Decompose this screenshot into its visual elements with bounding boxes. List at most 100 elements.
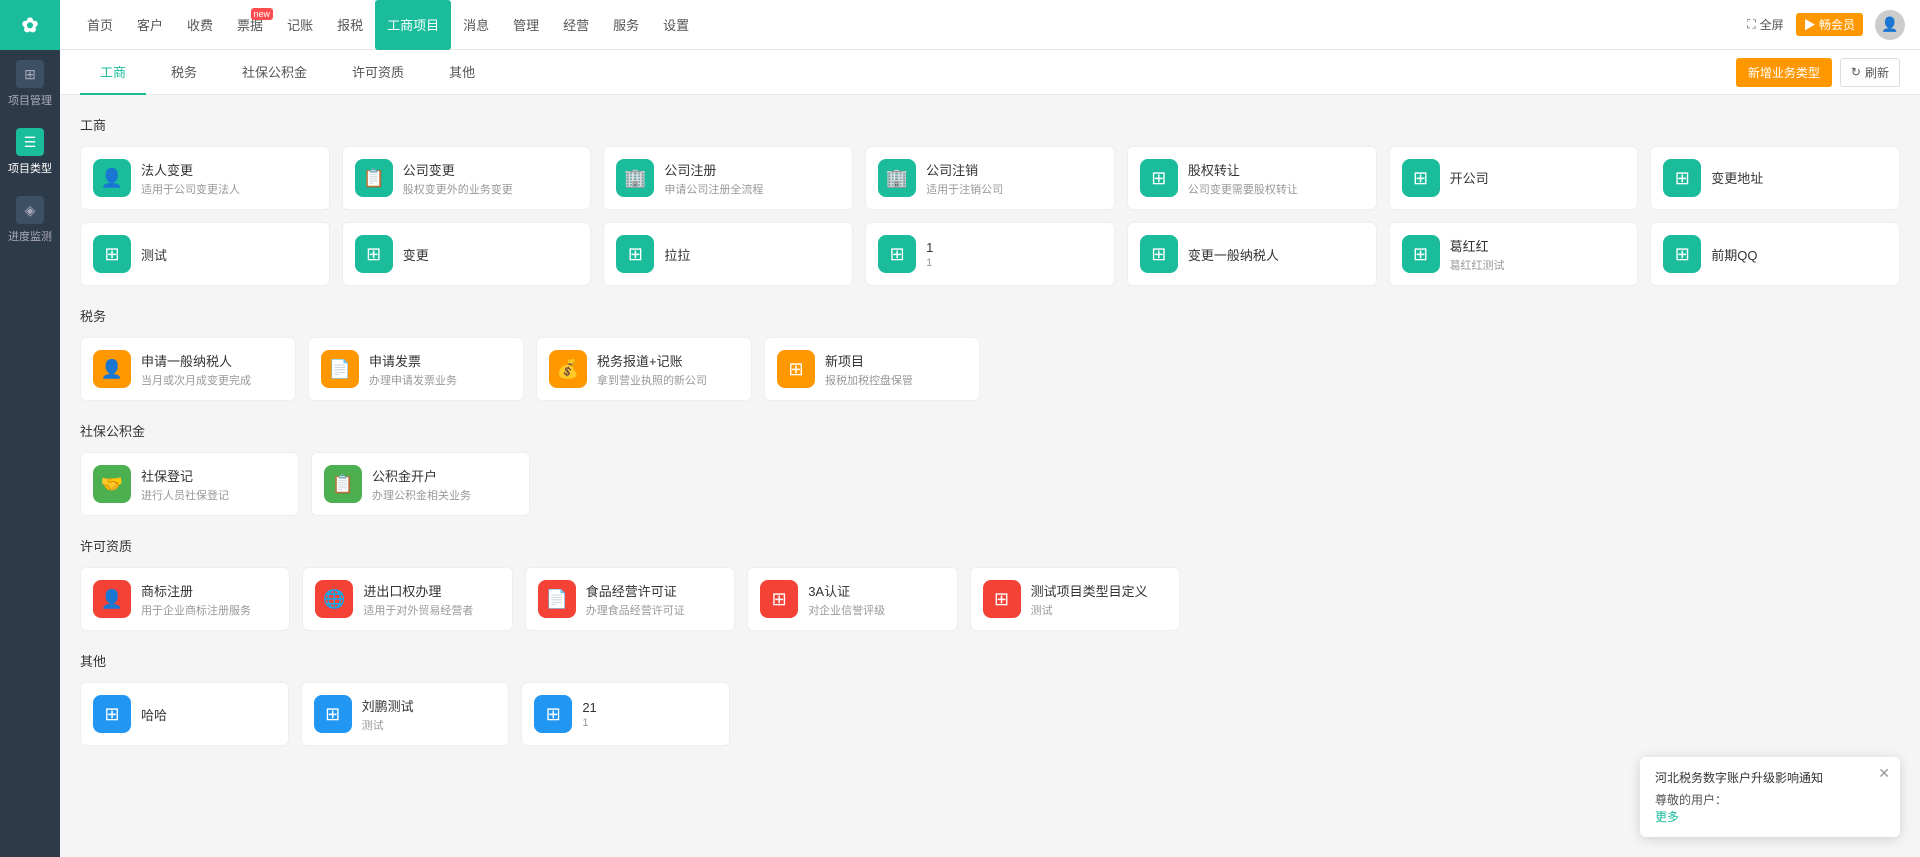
tab-other[interactable]: 其他: [429, 50, 495, 95]
card-title: 公司注销: [926, 160, 1102, 179]
card-new-project[interactable]: ⊞ 新项目 报税加税控盘保管: [764, 337, 980, 401]
card-3a-cert[interactable]: ⊞ 3A认证 对企业信誉评级: [747, 567, 957, 631]
card-icon: 👤: [93, 580, 131, 618]
card-desc: 办理申请发票业务: [369, 372, 511, 388]
card-lala[interactable]: ⊞ 拉拉: [603, 222, 853, 286]
card-import-export[interactable]: 🌐 进出口权办理 适用于对外贸易经营者: [302, 567, 512, 631]
notification-close-button[interactable]: ✕: [1878, 765, 1890, 782]
card-open-company[interactable]: ⊞ 开公司: [1389, 146, 1639, 210]
card-num21[interactable]: ⊞ 21 1: [521, 682, 730, 746]
card-tax-report[interactable]: 💰 税务报道+记账 拿到营业执照的新公司: [536, 337, 752, 401]
card-desc: 报税加税控盘保管: [825, 372, 967, 388]
card-title: 3A认证: [808, 581, 944, 600]
card-title: 社保登记: [141, 466, 286, 485]
refresh-icon: ↻: [1851, 65, 1861, 79]
card-desc: 申请公司注册全流程: [664, 181, 840, 197]
nav-home[interactable]: 首页: [75, 0, 125, 50]
card-icon: ⊞: [314, 695, 352, 733]
card-test-type-def[interactable]: ⊞ 测试项目类型目定义 测试: [970, 567, 1180, 631]
card-title: 21: [582, 700, 717, 715]
section-shebao-title: 社保公积金: [80, 421, 1900, 440]
nav-bookkeeping[interactable]: 记账: [275, 0, 325, 50]
nav-business[interactable]: 工商项目: [375, 0, 451, 50]
notification-more-link[interactable]: 更多: [1655, 810, 1679, 824]
card-title: 申请发票: [369, 351, 511, 370]
nav-tax[interactable]: 报税: [325, 0, 375, 50]
nav-service[interactable]: 服务: [601, 0, 651, 50]
section-shiwu-title: 税务: [80, 306, 1900, 325]
card-apply-general-tax[interactable]: 👤 申请一般纳税人 当月或次月成变更完成: [80, 337, 296, 401]
nav-message[interactable]: 消息: [451, 0, 501, 50]
project-mgmt-icon: ⊞: [16, 60, 44, 88]
card-equity-transfer[interactable]: ⊞ 股权转让 公司变更需要股权转让: [1127, 146, 1377, 210]
card-title: 测试项目类型目定义: [1031, 581, 1167, 600]
card-title: 变更一般纳税人: [1188, 245, 1364, 264]
card-desc: 用于企业商标注册服务: [141, 602, 277, 618]
card-icon: 📋: [324, 465, 362, 503]
fullscreen-btn[interactable]: ⛶ 全屏: [1747, 16, 1783, 33]
sidebar-item-project-type[interactable]: ☰ 项目类型: [0, 118, 60, 186]
card-title: 食品经营许可证: [586, 581, 722, 600]
project-type-icon: ☰: [16, 128, 44, 156]
tab-gongshang[interactable]: 工商: [80, 50, 146, 95]
card-shebao-register[interactable]: 🤝 社保登记 进行人员社保登记: [80, 452, 299, 516]
card-test1[interactable]: ⊞ 测试: [80, 222, 330, 286]
card-desc: 测试: [1031, 602, 1167, 618]
section-xuke-title: 许可资质: [80, 536, 1900, 555]
card-change-address[interactable]: ⊞ 变更地址: [1650, 146, 1900, 210]
tab-shiwu[interactable]: 税务: [151, 50, 217, 95]
card-title: 公积金开户: [372, 466, 517, 485]
tab-shebao[interactable]: 社保公积金: [222, 50, 327, 95]
card-company-register[interactable]: 🏢 公司注册 申请公司注册全流程: [603, 146, 853, 210]
nav-client[interactable]: 客户: [125, 0, 175, 50]
avatar[interactable]: 👤: [1875, 10, 1905, 40]
card-title: 变更: [403, 245, 579, 264]
section-gongshang-title: 工商: [80, 115, 1900, 134]
card-legal-change[interactable]: 👤 法人变更 适用于公司变更法人: [80, 146, 330, 210]
card-icon: ⊞: [93, 695, 131, 733]
card-icon: ⊞: [1663, 235, 1701, 273]
section-shebao: 社保公积金 🤝 社保登记 进行人员社保登记 📋 公积金开户 办理公积金相关: [80, 421, 1900, 516]
card-icon: 🏢: [616, 159, 654, 197]
nav-admin[interactable]: 管理: [501, 0, 551, 50]
card-haha[interactable]: ⊞ 哈哈: [80, 682, 289, 746]
card-title: 公司注册: [664, 160, 840, 179]
sidebar-item-project-mgmt[interactable]: ⊞ 项目管理: [0, 50, 60, 118]
nav-invoice[interactable]: 票据 new: [225, 0, 275, 50]
card-desc: 公司变更需要股权转让: [1188, 181, 1364, 197]
card-icon: ⊞: [355, 235, 393, 273]
card-change1[interactable]: ⊞ 变更: [342, 222, 592, 286]
refresh-button[interactable]: ↻ 刷新: [1840, 58, 1900, 87]
card-apply-invoice[interactable]: 📄 申请发票 办理申请发票业务: [308, 337, 524, 401]
topnav: 首页 客户 收费 票据 new 记账 报税 工商项目 消息 管理 经营 服务 设…: [60, 0, 1920, 50]
card-title: 申请一般纳税人: [141, 351, 283, 370]
card-title: 1: [926, 240, 1102, 255]
card-icon: 🏢: [878, 159, 916, 197]
sidebar-item-progress-monitor[interactable]: ◈ 进度监测: [0, 186, 60, 254]
notification-popup: ✕ 河北税务数字账户升级影响通知 尊敬的用户： 更多: [1640, 757, 1900, 837]
sidebar: ✿ ⊞ 项目管理 ☰ 项目类型 ◈ 进度监测: [0, 0, 60, 857]
card-food-permit[interactable]: 📄 食品经营许可证 办理食品经营许可证: [525, 567, 735, 631]
new-type-button[interactable]: 新增业务类型: [1736, 58, 1832, 87]
card-desc-legal-change: 适用于公司变更法人: [141, 181, 317, 197]
card-icon: ⊞: [534, 695, 572, 733]
sidebar-item-label: 项目类型: [8, 160, 52, 176]
card-trademark[interactable]: 👤 商标注册 用于企业商标注册服务: [80, 567, 290, 631]
card-change-tax[interactable]: ⊞ 变更一般纳税人: [1127, 222, 1377, 286]
card-icon: 📄: [538, 580, 576, 618]
card-front-qq[interactable]: ⊞ 前期QQ: [1650, 222, 1900, 286]
card-num1[interactable]: ⊞ 1 1: [865, 222, 1115, 286]
card-company-cancel[interactable]: 🏢 公司注销 适用于注销公司: [865, 146, 1115, 210]
card-title: 葛红红: [1450, 236, 1626, 255]
card-ge-hong-hong[interactable]: ⊞ 葛红红 葛红红测试: [1389, 222, 1639, 286]
card-company-change[interactable]: 📋 公司变更 股权变更外的业务变更: [342, 146, 592, 210]
nav-billing[interactable]: 收费: [175, 0, 225, 50]
card-icon: 🌐: [315, 580, 353, 618]
card-liupeng-test[interactable]: ⊞ 刘鹏测试 测试: [301, 682, 510, 746]
nav-operations[interactable]: 经营: [551, 0, 601, 50]
card-desc: 进行人员社保登记: [141, 487, 286, 503]
vip-button[interactable]: ▶ 畅会员: [1796, 13, 1863, 36]
nav-settings[interactable]: 设置: [651, 0, 701, 50]
tab-xuke[interactable]: 许可资质: [332, 50, 424, 95]
card-gongjijin[interactable]: 📋 公积金开户 办理公积金相关业务: [311, 452, 530, 516]
